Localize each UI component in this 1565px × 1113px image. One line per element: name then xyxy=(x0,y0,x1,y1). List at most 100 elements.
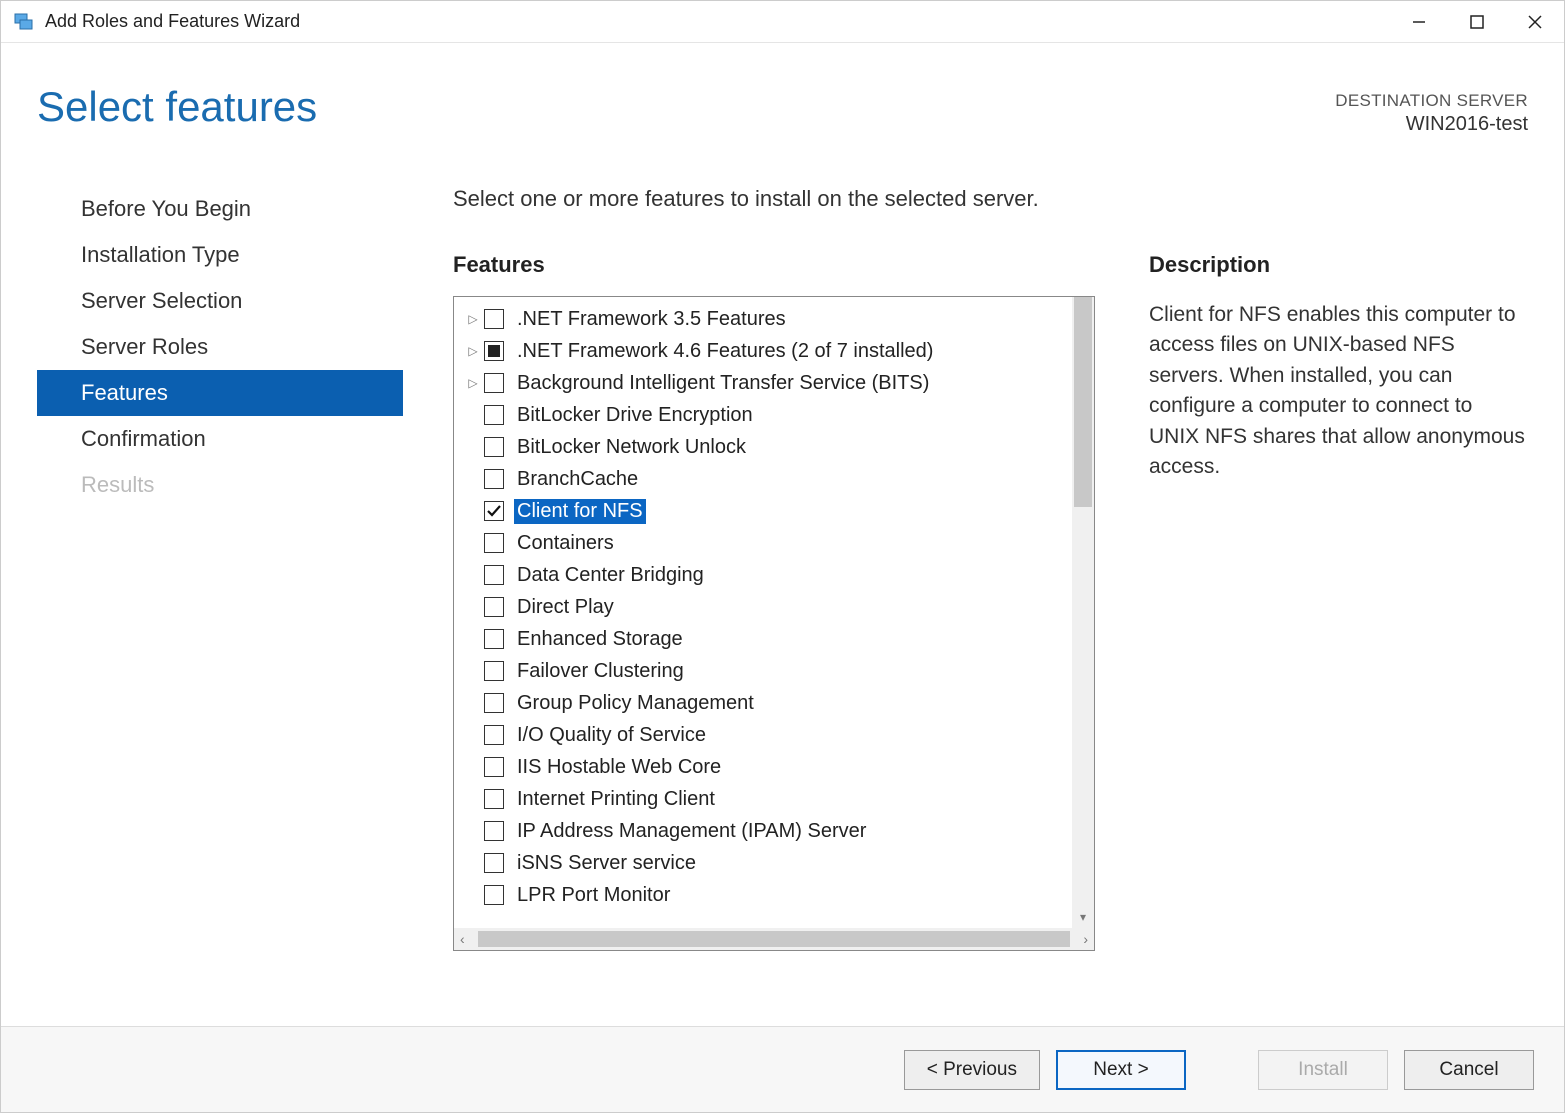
feature-row[interactable]: ▷I/O Quality of Service xyxy=(454,719,1094,751)
feature-row[interactable]: ▷Group Policy Management xyxy=(454,687,1094,719)
feature-row[interactable]: ▷ .NET Framework 3.5 Features xyxy=(454,303,1094,335)
description-text: Client for NFS enables this computer to … xyxy=(1149,296,1528,483)
nav-item-before-you-begin[interactable]: Before You Begin xyxy=(37,186,403,232)
description-heading: Description xyxy=(1149,252,1528,278)
feature-checkbox[interactable] xyxy=(484,789,504,809)
feature-row[interactable]: ▷BitLocker Drive Encryption xyxy=(454,399,1094,431)
instruction-text: Select one or more features to install o… xyxy=(453,186,1528,212)
feature-checkbox[interactable] xyxy=(484,661,504,681)
destination-block: DESTINATION SERVER WIN2016-test xyxy=(1335,83,1528,136)
feature-row[interactable]: ▷IIS Hostable Web Core xyxy=(454,751,1094,783)
feature-label: .NET Framework 4.6 Features (2 of 7 inst… xyxy=(514,339,936,364)
wizard-window: Add Roles and Features Wizard Select fea… xyxy=(0,0,1565,1113)
destination-name: WIN2016-test xyxy=(1335,113,1528,136)
nav-item-server-selection[interactable]: Server Selection xyxy=(37,278,403,324)
feature-row[interactable]: ▷ Background Intelligent Transfer Service… xyxy=(454,367,1094,399)
maximize-button[interactable] xyxy=(1448,1,1506,42)
feature-label: IIS Hostable Web Core xyxy=(514,755,724,780)
expander-icon[interactable]: ▷ xyxy=(464,376,482,390)
feature-row[interactable]: ▷BranchCache xyxy=(454,463,1094,495)
destination-label: DESTINATION SERVER xyxy=(1335,91,1528,111)
footer: < Previous Next > Install Cancel xyxy=(1,1026,1564,1112)
horizontal-scrollbar[interactable]: ‹ › xyxy=(454,928,1094,950)
feature-checkbox[interactable] xyxy=(484,629,504,649)
nav-item-server-roles[interactable]: Server Roles xyxy=(37,324,403,370)
content-area: Select features DESTINATION SERVER WIN20… xyxy=(1,43,1564,1026)
feature-checkbox[interactable] xyxy=(484,885,504,905)
vertical-scrollbar-thumb[interactable] xyxy=(1074,297,1092,507)
minimize-button[interactable] xyxy=(1390,1,1448,42)
feature-label: Enhanced Storage xyxy=(514,627,686,652)
nav-item-features[interactable]: Features xyxy=(37,370,403,416)
feature-label: Containers xyxy=(514,531,617,556)
feature-label: Background Intelligent Transfer Service … xyxy=(514,371,932,396)
scroll-right-icon[interactable]: › xyxy=(1083,931,1088,947)
feature-row[interactable]: ▷Data Center Bridging xyxy=(454,559,1094,591)
feature-checkbox[interactable] xyxy=(484,405,504,425)
feature-label: Client for NFS xyxy=(514,499,646,524)
cancel-button[interactable]: Cancel xyxy=(1404,1050,1534,1090)
feature-row[interactable]: ▷Failover Clustering xyxy=(454,655,1094,687)
nav-item-installation-type[interactable]: Installation Type xyxy=(37,232,403,278)
app-icon xyxy=(13,11,35,33)
feature-label: iSNS Server service xyxy=(514,851,699,876)
feature-checkbox[interactable] xyxy=(484,597,504,617)
feature-label: Group Policy Management xyxy=(514,691,757,716)
features-scroll: ▷ .NET Framework 3.5 Features ▷ .NET Framew… xyxy=(454,297,1094,928)
feature-checkbox[interactable] xyxy=(484,533,504,553)
scroll-left-icon[interactable]: ‹ xyxy=(460,931,465,947)
feature-label: BitLocker Drive Encryption xyxy=(514,403,756,428)
titlebar: Add Roles and Features Wizard xyxy=(1,1,1564,43)
features-listbox: ▷ .NET Framework 3.5 Features ▷ .NET Framew… xyxy=(453,296,1095,951)
next-button[interactable]: Next > xyxy=(1056,1050,1186,1090)
feature-label: Data Center Bridging xyxy=(514,563,707,588)
feature-label: IP Address Management (IPAM) Server xyxy=(514,819,869,844)
feature-label: .NET Framework 3.5 Features xyxy=(514,307,789,332)
previous-button[interactable]: < Previous xyxy=(904,1050,1040,1090)
feature-row[interactable]: ▷Containers xyxy=(454,527,1094,559)
feature-label: I/O Quality of Service xyxy=(514,723,709,748)
feature-checkbox[interactable] xyxy=(484,341,504,361)
feature-checkbox[interactable] xyxy=(484,501,504,521)
feature-row[interactable]: ▷Direct Play xyxy=(454,591,1094,623)
header-row: Select features DESTINATION SERVER WIN20… xyxy=(37,83,1528,136)
feature-row[interactable]: ▷ .NET Framework 4.6 Features (2 of 7 ins… xyxy=(454,335,1094,367)
nav-item-confirmation[interactable]: Confirmation xyxy=(37,416,403,462)
window-title: Add Roles and Features Wizard xyxy=(45,11,1390,32)
features-heading: Features xyxy=(453,252,1095,278)
feature-row[interactable]: ▷IP Address Management (IPAM) Server xyxy=(454,815,1094,847)
install-button[interactable]: Install xyxy=(1258,1050,1388,1090)
feature-label: Direct Play xyxy=(514,595,617,620)
scroll-down-icon[interactable]: ▾ xyxy=(1072,906,1094,928)
main-panel: Select one or more features to install o… xyxy=(403,186,1528,1026)
feature-checkbox[interactable] xyxy=(484,309,504,329)
nav-item-results: Results xyxy=(37,462,403,508)
feature-checkbox[interactable] xyxy=(484,821,504,841)
vertical-scrollbar[interactable]: ▾ xyxy=(1072,297,1094,928)
features-list[interactable]: ▷ .NET Framework 3.5 Features ▷ .NET Framew… xyxy=(454,297,1094,928)
feature-checkbox[interactable] xyxy=(484,853,504,873)
feature-checkbox[interactable] xyxy=(484,565,504,585)
feature-checkbox[interactable] xyxy=(484,437,504,457)
feature-label: BitLocker Network Unlock xyxy=(514,435,749,460)
feature-row[interactable]: ▷BitLocker Network Unlock xyxy=(454,431,1094,463)
feature-checkbox[interactable] xyxy=(484,693,504,713)
expander-icon[interactable]: ▷ xyxy=(464,312,482,326)
feature-row[interactable]: ▷iSNS Server service xyxy=(454,847,1094,879)
expander-icon[interactable]: ▷ xyxy=(464,344,482,358)
feature-checkbox[interactable] xyxy=(484,725,504,745)
feature-checkbox[interactable] xyxy=(484,469,504,489)
feature-checkbox[interactable] xyxy=(484,757,504,777)
close-button[interactable] xyxy=(1506,1,1564,42)
window-controls xyxy=(1390,1,1564,42)
feature-row[interactable]: ▷Internet Printing Client xyxy=(454,783,1094,815)
feature-row[interactable]: ▷Enhanced Storage xyxy=(454,623,1094,655)
horizontal-scrollbar-thumb[interactable] xyxy=(478,931,1070,947)
feature-row[interactable]: ▷LPR Port Monitor xyxy=(454,879,1094,911)
features-column: Features ▷ .NET Framework 3.5 Features ▷ .N… xyxy=(453,252,1095,1026)
columns: Features ▷ .NET Framework 3.5 Features ▷ .N… xyxy=(453,252,1528,1026)
feature-row[interactable]: ▷Client for NFS xyxy=(454,495,1094,527)
body-row: Before You BeginInstallation TypeServer … xyxy=(37,186,1528,1026)
feature-label: LPR Port Monitor xyxy=(514,883,673,908)
feature-checkbox[interactable] xyxy=(484,373,504,393)
